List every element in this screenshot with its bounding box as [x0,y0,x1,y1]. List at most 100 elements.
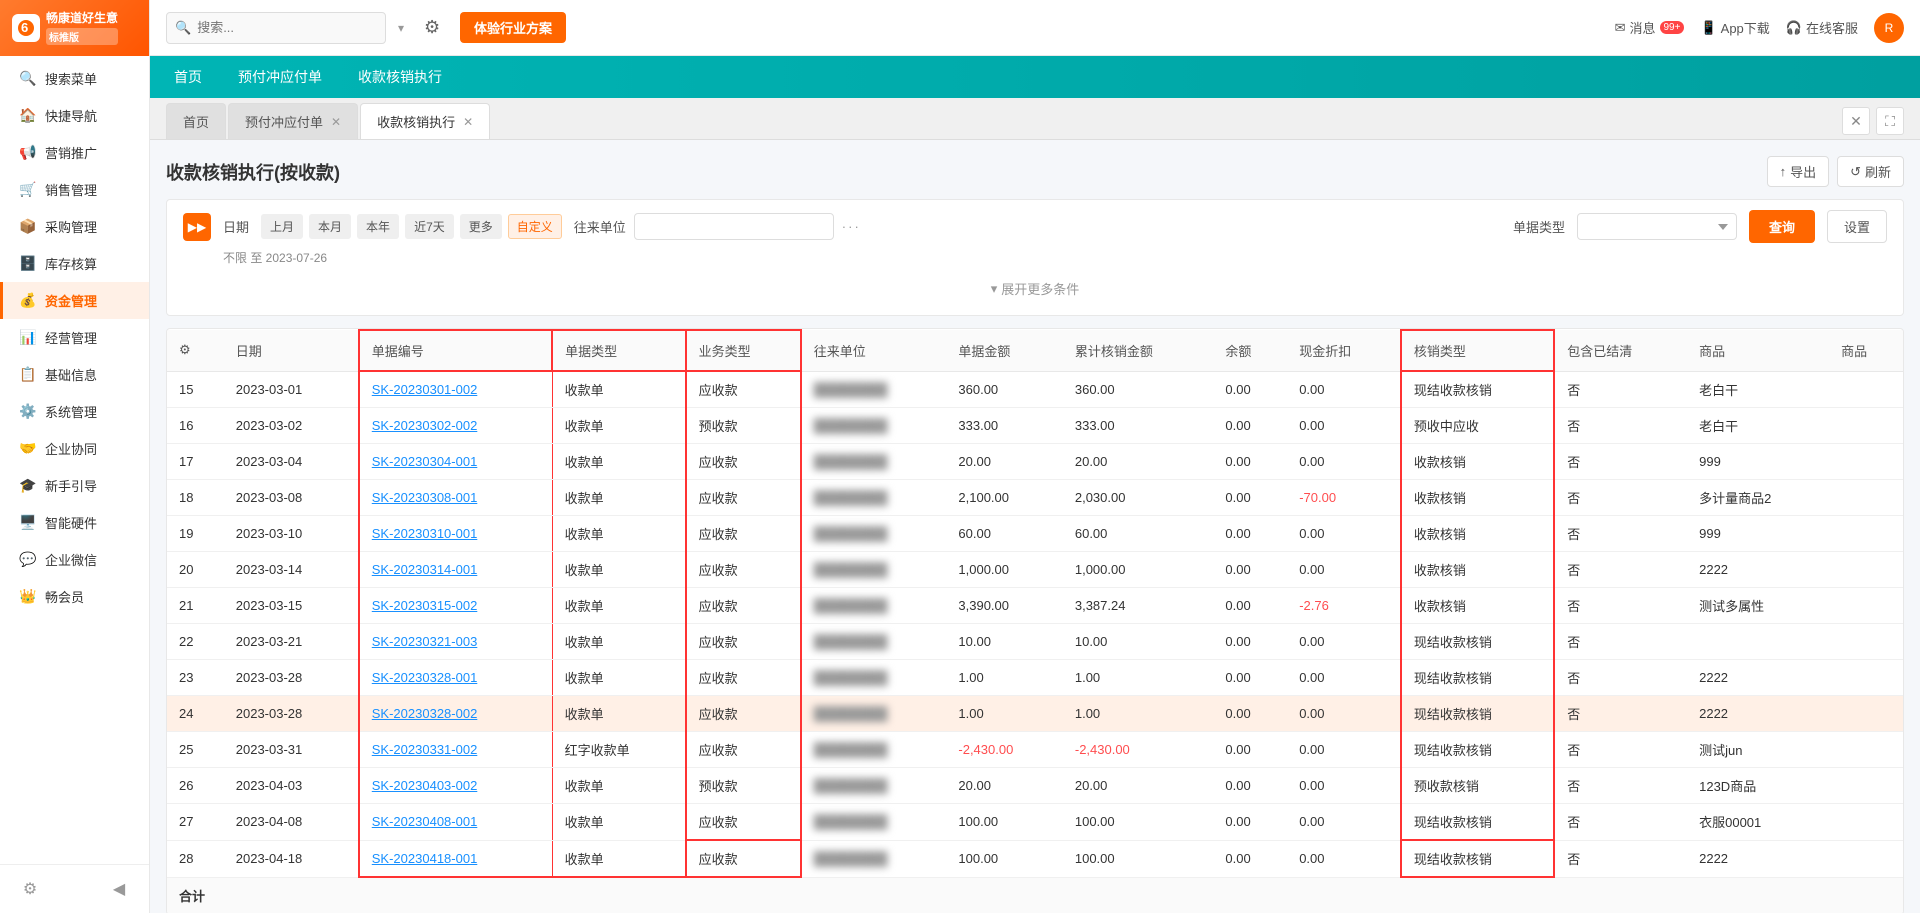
voucher-link[interactable]: SK-20230310-001 [372,526,478,541]
more-date-btn[interactable]: 更多 [460,214,502,239]
custom-date-btn[interactable]: 自定义 [508,214,562,239]
col-header-cash-discount[interactable]: 现金折扣 [1287,330,1401,371]
voucher-link[interactable]: SK-20230314-001 [372,562,478,577]
collapse-sidebar-btn[interactable]: ◀ [105,875,133,903]
sidebar-item-wechat[interactable]: 💬 企业微信 [0,541,149,578]
sidebar-item-basic[interactable]: 📋 基础信息 [0,356,149,393]
this-year-btn[interactable]: 本年 [357,214,399,239]
table-row[interactable]: 162023-03-02SK-20230302-002收款单预收款███████… [167,408,1903,444]
cell-voucher-no[interactable]: SK-20230328-001 [359,660,552,696]
tab-collection-close[interactable]: ✕ [463,115,473,129]
column-settings-button[interactable]: 设置 [1827,210,1887,243]
voucher-link[interactable]: SK-20230418-001 [372,851,478,866]
voucher-link[interactable]: SK-20230328-001 [372,670,478,685]
sidebar-item-guide[interactable]: 🎓 新手引导 [0,467,149,504]
table-row[interactable]: 262023-04-03SK-20230403-002收款单预收款███████… [167,768,1903,804]
sidebar-item-member[interactable]: 👑 畅会员 [0,578,149,615]
sidebar-item-purchase[interactable]: 📦 采购管理 [0,208,149,245]
table-row[interactable]: 252023-03-31SK-20230331-002红字收款单应收款█████… [167,732,1903,768]
partner-input[interactable] [634,213,834,240]
sidebar-item-hardware[interactable]: 🖥️ 智能硬件 [0,504,149,541]
table-row[interactable]: 222023-03-21SK-20230321-003收款单应收款███████… [167,624,1903,660]
sidebar-item-quicknav[interactable]: 🏠 快捷导航 [0,97,149,134]
cell-voucher-no[interactable]: SK-20230301-002 [359,371,552,408]
cell-voucher-no[interactable]: SK-20230403-002 [359,768,552,804]
sidebar-item-operations[interactable]: 📊 经营管理 [0,319,149,356]
cell-voucher-no[interactable]: SK-20230304-001 [359,444,552,480]
cell-voucher-no[interactable]: SK-20230314-001 [359,552,552,588]
table-row[interactable]: 232023-03-28SK-20230328-001收款单应收款███████… [167,660,1903,696]
solution-button[interactable]: 体验行业方案 [460,12,566,43]
table-row[interactable]: 192023-03-10SK-20230310-001收款单应收款███████… [167,516,1903,552]
query-button[interactable]: 查询 [1749,210,1815,243]
voucher-type-select[interactable] [1577,213,1737,240]
table-row[interactable]: 272023-04-08SK-20230408-001收款单应收款███████… [167,804,1903,841]
cell-voucher-no[interactable]: SK-20230408-001 [359,804,552,841]
settings-cols-icon[interactable]: ⚙ [179,342,191,357]
sidebar-item-marketing[interactable]: 📢 营销推广 [0,134,149,171]
col-header-voucher-no[interactable]: 单据编号 [359,330,552,371]
app-download-btn[interactable]: 📱 App下载 [1700,18,1769,37]
filter-toggle-btn[interactable]: ▶▶ [183,213,211,241]
global-search[interactable]: 🔍 [166,12,386,44]
col-header-verified[interactable]: 累计核销金额 [1063,330,1214,371]
col-header-voucher-type[interactable]: 单据类型 [552,330,686,371]
search-input[interactable] [197,20,377,35]
voucher-link[interactable]: SK-20230403-002 [372,778,478,793]
voucher-link[interactable]: SK-20230331-002 [372,742,478,757]
cell-voucher-no[interactable]: SK-20230328-002 [359,696,552,732]
table-row[interactable]: 242023-03-28SK-20230328-002收款单应收款███████… [167,696,1903,732]
last-7days-btn[interactable]: 近7天 [405,214,454,239]
col-header-include-settled[interactable]: 包含已结清 [1554,330,1687,371]
cell-voucher-no[interactable]: SK-20230321-003 [359,624,552,660]
voucher-link[interactable]: SK-20230308-001 [372,490,478,505]
sidebar-item-enterprise[interactable]: 🤝 企业协同 [0,430,149,467]
col-header-goods[interactable]: 商品 [1687,330,1829,371]
online-service-btn[interactable]: 🎧 在线客服 [1786,18,1858,37]
voucher-link[interactable]: SK-20230321-003 [372,634,478,649]
tab-collection[interactable]: 收款核销执行 ✕ [360,103,490,139]
col-header-verify-type[interactable]: 核销类型 [1401,330,1554,371]
tab-prepay[interactable]: 预付冲应付单 ✕ [228,103,358,139]
col-header-date[interactable]: 日期 [224,330,359,371]
sidebar-item-sales[interactable]: 🛒 销售管理 [0,171,149,208]
export-button[interactable]: ↑ 导出 [1767,156,1830,187]
voucher-link[interactable]: SK-20230302-002 [372,418,478,433]
teal-nav-home[interactable]: 首页 [166,67,210,87]
voucher-link[interactable]: SK-20230315-002 [372,598,478,613]
table-row[interactable]: 152023-03-01SK-20230301-002收款单应收款███████… [167,371,1903,408]
teal-nav-collection[interactable]: 收款核销执行 [350,67,450,87]
this-month-btn[interactable]: 本月 [309,214,351,239]
sidebar-item-search[interactable]: 🔍 搜索菜单 [0,60,149,97]
cell-voucher-no[interactable]: SK-20230308-001 [359,480,552,516]
col-header-goods2[interactable]: 商品 [1829,330,1903,371]
col-header-balance[interactable]: 余额 [1213,330,1287,371]
cell-voucher-no[interactable]: SK-20230315-002 [359,588,552,624]
messages-btn[interactable]: ✉ 消息 99+ [1615,18,1685,37]
last-month-btn[interactable]: 上月 [261,214,303,239]
maximize-btn[interactable]: ⛶ [1876,107,1904,135]
tab-home[interactable]: 首页 [166,103,226,139]
col-header-amount[interactable]: 单据金额 [946,330,1062,371]
cell-voucher-no[interactable]: SK-20230331-002 [359,732,552,768]
voucher-link[interactable]: SK-20230304-001 [372,454,478,469]
user-avatar[interactable]: R [1874,13,1904,43]
voucher-link[interactable]: SK-20230301-002 [372,382,478,397]
settings-icon[interactable]: ⚙ [416,12,448,44]
table-row[interactable]: 172023-03-04SK-20230304-001收款单应收款███████… [167,444,1903,480]
col-header-biz-type[interactable]: 业务类型 [686,330,801,371]
cell-voucher-no[interactable]: SK-20230302-002 [359,408,552,444]
sidebar-item-inventory[interactable]: 🗄️ 库存核算 [0,245,149,282]
sidebar-item-system[interactable]: ⚙️ 系统管理 [0,393,149,430]
table-row[interactable]: 212023-03-15SK-20230315-002收款单应收款███████… [167,588,1903,624]
search-chevron-icon[interactable]: ▾ [398,21,404,35]
col-header-partner[interactable]: 往来单位 [801,330,947,371]
settings-icon-btn[interactable]: ⚙ [16,875,44,903]
voucher-link[interactable]: SK-20230328-002 [372,706,478,721]
cell-voucher-no[interactable]: SK-20230418-001 [359,840,552,877]
cell-voucher-no[interactable]: SK-20230310-001 [359,516,552,552]
voucher-link[interactable]: SK-20230408-001 [372,814,478,829]
teal-nav-prepay[interactable]: 预付冲应付单 [230,67,330,87]
refresh-button[interactable]: ↺ 刷新 [1837,156,1904,187]
tab-prepay-close[interactable]: ✕ [331,115,341,129]
